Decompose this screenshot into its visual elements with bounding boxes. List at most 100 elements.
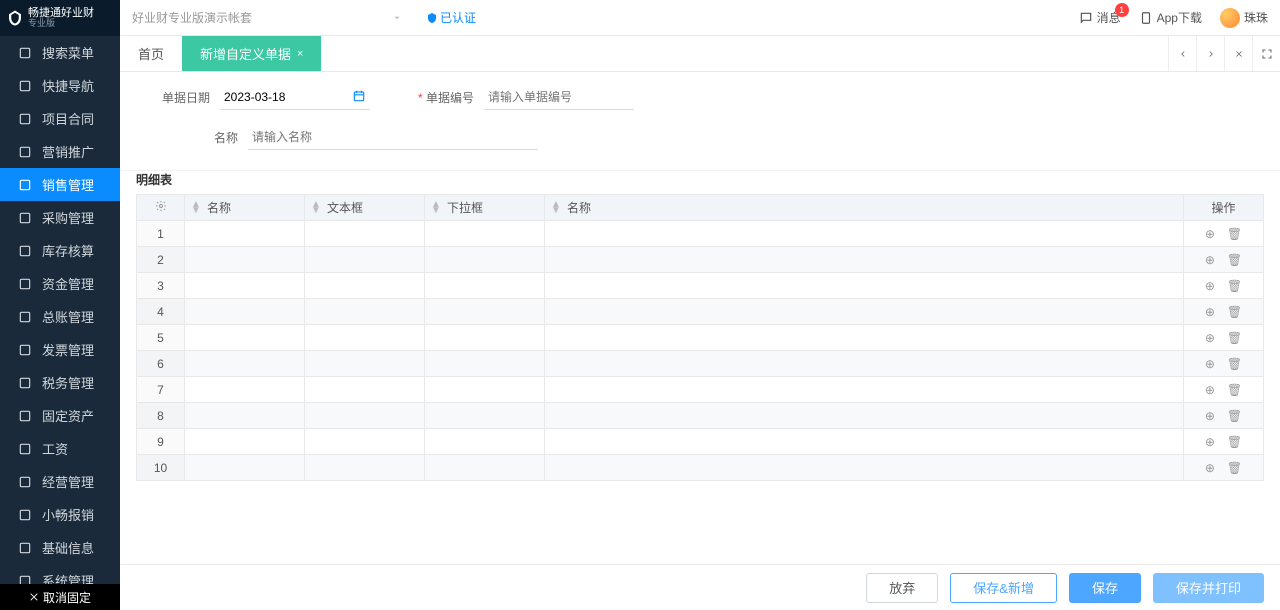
sidebar-item-3[interactable]: 营销推广 [0,135,120,168]
tab-close-button[interactable] [1224,36,1252,71]
sidebar-item-0[interactable]: 搜索菜单 [0,36,120,69]
cell[interactable] [545,325,1184,351]
delete-row-icon[interactable]: 🗑 [1227,461,1242,475]
cell[interactable] [545,455,1184,481]
save-button[interactable]: 保存 [1069,573,1141,603]
user-menu[interactable]: 珠珠 [1220,8,1268,28]
cell[interactable] [305,325,425,351]
cell[interactable] [185,299,305,325]
cell[interactable] [545,377,1184,403]
delete-row-icon[interactable]: 🗑 [1227,435,1242,449]
tab-prev-button[interactable] [1168,36,1196,71]
cell[interactable] [305,403,425,429]
cell[interactable] [425,429,545,455]
cell[interactable] [185,221,305,247]
cell[interactable] [305,221,425,247]
delete-row-icon[interactable]: 🗑 [1227,279,1242,293]
cell[interactable] [305,429,425,455]
cell[interactable] [425,221,545,247]
cell[interactable] [545,403,1184,429]
add-row-icon[interactable]: ⊕ [1205,227,1215,241]
tab-close-icon[interactable]: × [297,48,303,60]
tab-0[interactable]: 首页 [120,36,182,71]
tab-1[interactable]: 新增自定义单据× [182,36,321,71]
cell[interactable] [425,247,545,273]
cell[interactable] [185,429,305,455]
add-row-icon[interactable]: ⊕ [1205,461,1215,475]
cell[interactable] [545,221,1184,247]
add-row-icon[interactable]: ⊕ [1205,253,1215,267]
delete-row-icon[interactable]: 🗑 [1227,383,1242,397]
sidebar-item-5[interactable]: 采购管理 [0,201,120,234]
fullscreen-button[interactable] [1252,36,1280,71]
save-new-button[interactable]: 保存&新增 [950,573,1057,603]
sidebar-item-15[interactable]: 基础信息 [0,531,120,564]
cell[interactable] [185,273,305,299]
name-input[interactable] [248,124,538,150]
cell[interactable] [425,299,545,325]
sidebar-item-4[interactable]: 销售管理 [0,168,120,201]
sidebar-item-8[interactable]: 总账管理 [0,300,120,333]
th-gear[interactable] [137,195,185,221]
sidebar-item-14[interactable]: 小畅报销 [0,498,120,531]
cell[interactable] [305,273,425,299]
save-print-button[interactable]: 保存并打印 [1153,573,1264,603]
discard-button[interactable]: 放弃 [866,573,938,603]
sidebar-item-10[interactable]: 税务管理 [0,366,120,399]
add-row-icon[interactable]: ⊕ [1205,331,1215,345]
cell[interactable] [185,351,305,377]
add-row-icon[interactable]: ⊕ [1205,383,1215,397]
sidebar-item-11[interactable]: 固定资产 [0,399,120,432]
sidebar-item-2[interactable]: 项目合同 [0,102,120,135]
cell[interactable] [305,351,425,377]
add-row-icon[interactable]: ⊕ [1205,279,1215,293]
code-input[interactable] [484,84,634,110]
th-2[interactable]: ▲▼下拉框 [425,195,545,221]
delete-row-icon[interactable]: 🗑 [1227,357,1242,371]
sidebar-item-6[interactable]: 库存核算 [0,234,120,267]
cell[interactable] [425,351,545,377]
sidebar-item-12[interactable]: 工资 [0,432,120,465]
sidebar-item-13[interactable]: 经营管理 [0,465,120,498]
sidebar-item-16[interactable]: 系统管理 [0,564,120,584]
cell[interactable] [425,455,545,481]
cell[interactable] [185,455,305,481]
add-row-icon[interactable]: ⊕ [1205,357,1215,371]
cell[interactable] [425,273,545,299]
add-row-icon[interactable]: ⊕ [1205,435,1215,449]
unpin-button[interactable]: 取消固定 [0,584,120,610]
tab-next-button[interactable] [1196,36,1224,71]
cell[interactable] [305,247,425,273]
cell[interactable] [545,247,1184,273]
cell[interactable] [305,377,425,403]
cell[interactable] [545,351,1184,377]
cell[interactable] [185,325,305,351]
date-input[interactable] [220,84,370,110]
cell[interactable] [185,247,305,273]
add-row-icon[interactable]: ⊕ [1205,409,1215,423]
cell[interactable] [425,403,545,429]
th-1[interactable]: ▲▼文本框 [305,195,425,221]
cell[interactable] [185,403,305,429]
cell[interactable] [545,273,1184,299]
cell[interactable] [305,455,425,481]
delete-row-icon[interactable]: 🗑 [1227,253,1242,267]
cell[interactable] [305,299,425,325]
download-button[interactable]: App下载 [1139,9,1202,26]
delete-row-icon[interactable]: 🗑 [1227,227,1242,241]
cell[interactable] [545,299,1184,325]
cell[interactable] [545,429,1184,455]
message-button[interactable]: 消息 1 [1079,9,1121,26]
cell[interactable] [185,377,305,403]
cell[interactable] [425,377,545,403]
delete-row-icon[interactable]: 🗑 [1227,409,1242,423]
th-0[interactable]: ▲▼名称 [185,195,305,221]
add-row-icon[interactable]: ⊕ [1205,305,1215,319]
sidebar-item-9[interactable]: 发票管理 [0,333,120,366]
sidebar-item-7[interactable]: 资金管理 [0,267,120,300]
th-3[interactable]: ▲▼名称 [545,195,1184,221]
delete-row-icon[interactable]: 🗑 [1227,331,1242,345]
cell[interactable] [425,325,545,351]
delete-row-icon[interactable]: 🗑 [1227,305,1242,319]
sidebar-item-1[interactable]: 快捷导航 [0,69,120,102]
